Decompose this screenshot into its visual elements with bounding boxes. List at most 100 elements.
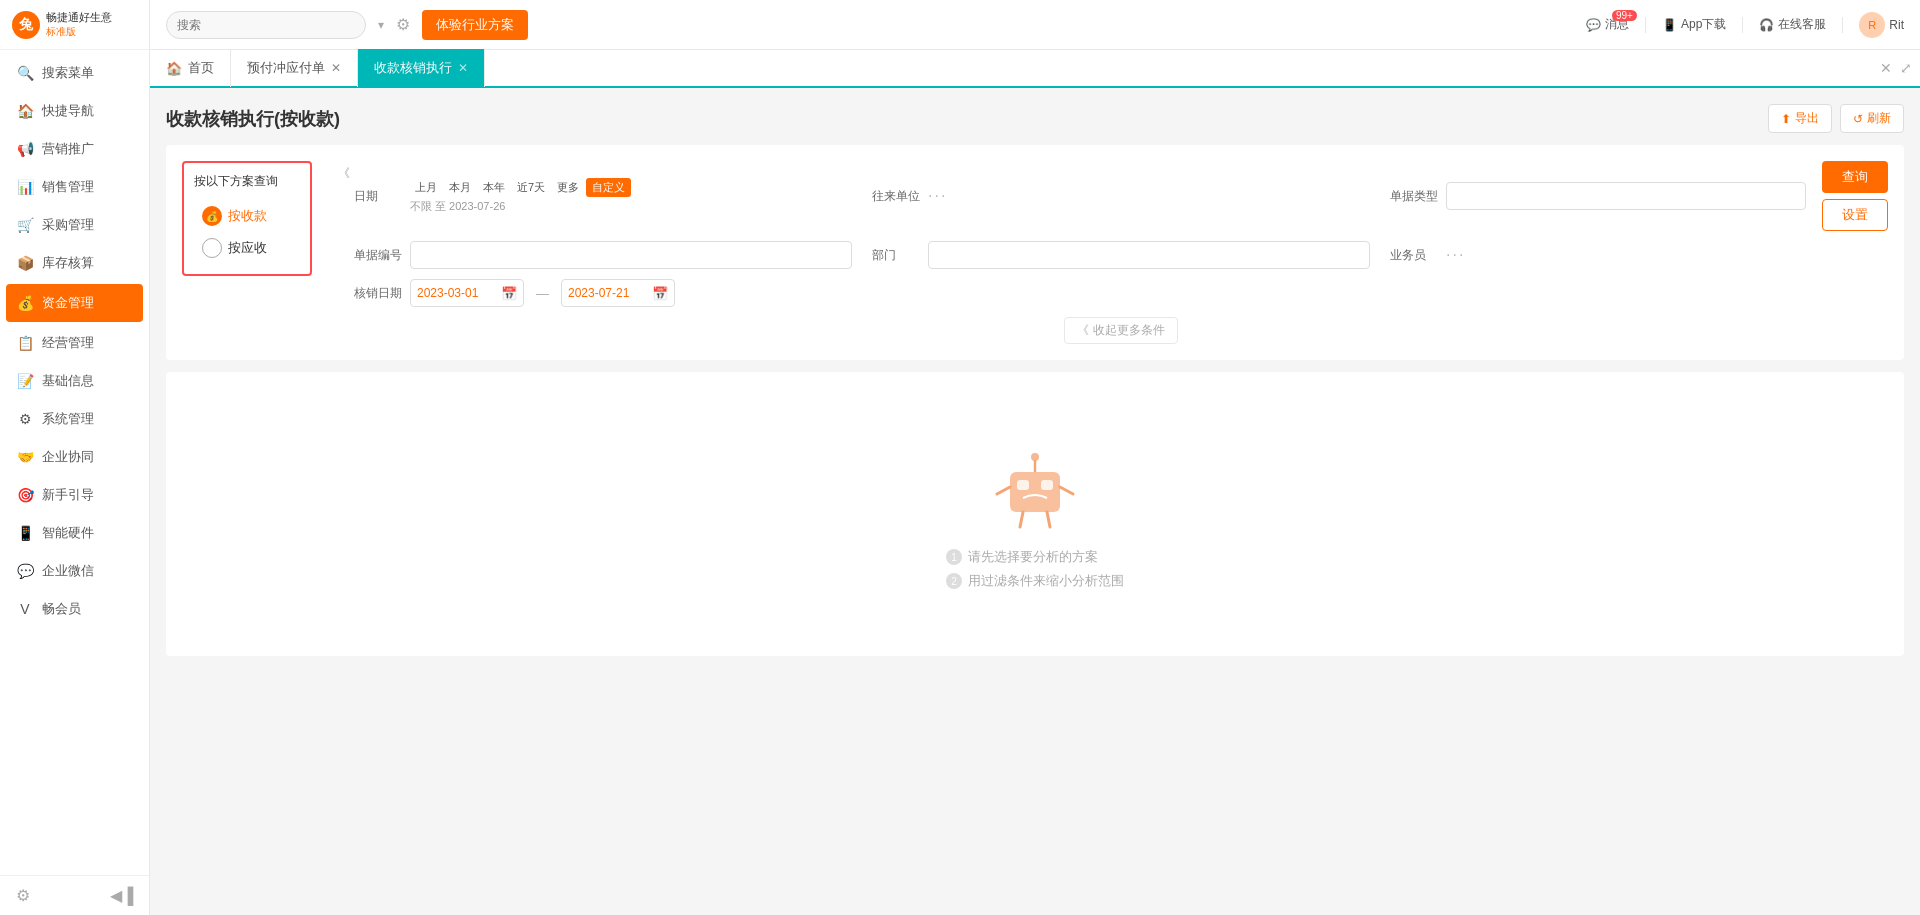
headphone-icon: 🎧 (1759, 18, 1774, 32)
nav-label-finance: 资金管理 (42, 294, 94, 312)
nav-label-smart-hardware: 智能硬件 (42, 524, 94, 542)
export-btn[interactable]: ⬆ 导出 (1768, 104, 1832, 133)
collapse-more-area: 《 收起更多条件 (354, 317, 1888, 344)
date-opt-7days[interactable]: 近7天 (512, 179, 550, 196)
nav-label-sales: 销售管理 (42, 178, 94, 196)
tip-num-1: 1 (946, 549, 962, 565)
sidebar-item-sales[interactable]: 📊 销售管理 (0, 168, 149, 206)
date-opt-this-year[interactable]: 本年 (478, 179, 510, 196)
nav-icon-system: ⚙ (16, 410, 34, 428)
message-btn[interactable]: 💬 消息 99+ (1586, 16, 1629, 33)
main-area: ▾ ⚙ 体验行业方案 💬 消息 99+ 📱 App下载 🎧 在线客服 R Rit (150, 0, 1920, 915)
calendar-end-icon[interactable]: 📅 (652, 286, 668, 301)
collapse-filter-btn[interactable]: 《 (334, 163, 354, 183)
settings-btn[interactable]: 设置 (1822, 199, 1888, 231)
writeoff-start-input-wrap: 📅 (410, 279, 524, 307)
sidebar-item-marketing[interactable]: 📢营销推广 (0, 130, 149, 168)
settings-icon[interactable]: ⚙ (16, 886, 30, 905)
query-btn[interactable]: 查询 (1822, 161, 1888, 193)
voucher-type-select[interactable] (1446, 182, 1806, 210)
divider (1645, 17, 1646, 33)
sidebar-item-quick-nav[interactable]: 🏠 快捷导航 (0, 92, 149, 130)
filter-option-by-receipt[interactable]: 💰 按收款 (194, 200, 300, 232)
sidebar-item-finance[interactable]: 💰资金管理 (6, 284, 143, 322)
tab-expand-icon[interactable]: ⤢ (1900, 60, 1912, 76)
writeoff-start-input[interactable] (417, 286, 497, 300)
nav-icon-newbie-guide: 🎯 (16, 486, 34, 504)
nav-icon-smart-hardware: 📱 (16, 524, 34, 542)
empty-tip2: 用过滤条件来缩小分析范围 (968, 572, 1124, 590)
sidebar-item-purchase[interactable]: 🛒采购管理 (0, 206, 149, 244)
sidebar-item-search-menu[interactable]: 🔍搜索菜单 (0, 54, 149, 92)
refresh-btn[interactable]: ↺ 刷新 (1840, 104, 1904, 133)
industry-solution-btn[interactable]: 体验行业方案 (422, 10, 528, 40)
tab-home[interactable]: 🏠 首页 (150, 49, 231, 87)
collapse-sidebar-btn[interactable]: ◀▐ (110, 886, 133, 905)
collapse-icon: 《 (1077, 322, 1089, 339)
logo-icon: 兔 (12, 11, 40, 39)
sidebar-bottom: ⚙ ◀▐ (0, 875, 149, 915)
dept-label: 部门 (872, 247, 920, 264)
tab-receipt-writeoff-label: 收款核销执行 (374, 59, 452, 77)
username: Rit (1889, 18, 1904, 32)
tab-advance[interactable]: 预付冲应付单 ✕ (231, 49, 358, 87)
sidebar-item-inventory[interactable]: 📦库存核算 (0, 244, 149, 282)
sidebar-item-vip[interactable]: V畅会员 (0, 590, 149, 628)
sidebar-item-newbie-guide[interactable]: 🎯新手引导 (0, 476, 149, 514)
nav-icon-enterprise-collab: 🤝 (16, 448, 34, 466)
tip-num-2: 2 (946, 573, 962, 589)
staff-label: 业务员 (1390, 247, 1438, 264)
calendar-start-icon[interactable]: 📅 (501, 286, 517, 301)
sidebar-item-smart-hardware[interactable]: 📱 智能硬件 (0, 514, 149, 552)
filter-date-row: 日期 上月 本月 本年 近7天 更多 自定义 不限 至 2023-07-26 (354, 161, 852, 231)
date-opt-last-month[interactable]: 上月 (410, 179, 442, 196)
search-input[interactable] (166, 11, 366, 39)
page-header: 收款核销执行(按收款) ⬆ 导出 ↺ 刷新 (166, 104, 1904, 133)
writeoff-date-label: 核销日期 (354, 285, 402, 302)
voucher-no-input[interactable] (410, 241, 852, 269)
tab-close-all-icon[interactable]: ✕ (1880, 60, 1892, 76)
app-download-btn[interactable]: 📱 App下载 (1662, 16, 1726, 33)
nav-icon-search-menu: 🔍 (16, 64, 34, 82)
date-opt-more[interactable]: 更多 (552, 179, 584, 196)
filter-voucher-no-row: 单据编号 (354, 241, 852, 269)
sidebar-item-system[interactable]: ⚙系统管理 (0, 400, 149, 438)
gear-icon[interactable]: ⚙ (396, 15, 410, 34)
sidebar-item-enterprise-wechat[interactable]: 💬企业微信 (0, 552, 149, 590)
date-custom-btn[interactable]: 自定义 (586, 178, 631, 197)
nav-icon-sales: 📊 (16, 178, 34, 196)
nav-icon-enterprise-wechat: 💬 (16, 562, 34, 580)
nav-label-inventory: 库存核算 (42, 254, 94, 272)
dept-select[interactable] (928, 241, 1370, 269)
date-opt-this-month[interactable]: 本月 (444, 179, 476, 196)
sidebar-item-operation[interactable]: 📋经营管理 (0, 324, 149, 362)
online-service-btn[interactable]: 🎧 在线客服 (1759, 16, 1826, 33)
nav-icon-basic-info: 📝 (16, 372, 34, 390)
tab-receipt-writeoff[interactable]: 收款核销执行 ✕ (358, 49, 485, 87)
date-options: 上月 本月 本年 近7天 更多 自定义 (410, 178, 852, 197)
empty-state: 1 请先选择要分析的方案 2 用过滤条件来缩小分析范围 (166, 372, 1904, 656)
writeoff-end-input[interactable] (568, 286, 648, 300)
filter-option-by-receivable[interactable]: ⏱ 按应收 (194, 232, 300, 264)
collapse-more-btn[interactable]: 《 收起更多条件 (1064, 317, 1178, 344)
nav-label-quick-nav: 快捷导航 (42, 102, 94, 120)
svg-line-6 (1060, 487, 1073, 494)
sidebar-item-basic-info[interactable]: 📝基础信息 (0, 362, 149, 400)
tab-receipt-writeoff-close[interactable]: ✕ (458, 61, 468, 75)
user-area[interactable]: R Rit (1859, 12, 1904, 38)
tab-advance-label: 预付冲应付单 (247, 59, 325, 77)
staff-dots: ··· (1446, 246, 1465, 264)
refresh-icon: ↺ (1853, 112, 1863, 126)
filter-by-receipt-label: 按收款 (228, 207, 267, 225)
online-service-label: 在线客服 (1778, 16, 1826, 33)
tabbar: 🏠 首页 预付冲应付单 ✕ 收款核销执行 ✕ ✕ ⤢ (150, 50, 1920, 88)
tab-advance-close[interactable]: ✕ (331, 61, 341, 75)
svg-line-7 (1020, 512, 1023, 527)
svg-point-4 (1031, 453, 1039, 461)
svg-line-5 (997, 487, 1010, 494)
nav-icon-quick-nav: 🏠 (16, 102, 34, 120)
sidebar-item-enterprise-collab[interactable]: 🤝企业协同 (0, 438, 149, 476)
svg-rect-0 (1010, 472, 1060, 512)
dropdown-icon[interactable]: ▾ (378, 18, 384, 32)
svg-rect-1 (1017, 480, 1029, 490)
